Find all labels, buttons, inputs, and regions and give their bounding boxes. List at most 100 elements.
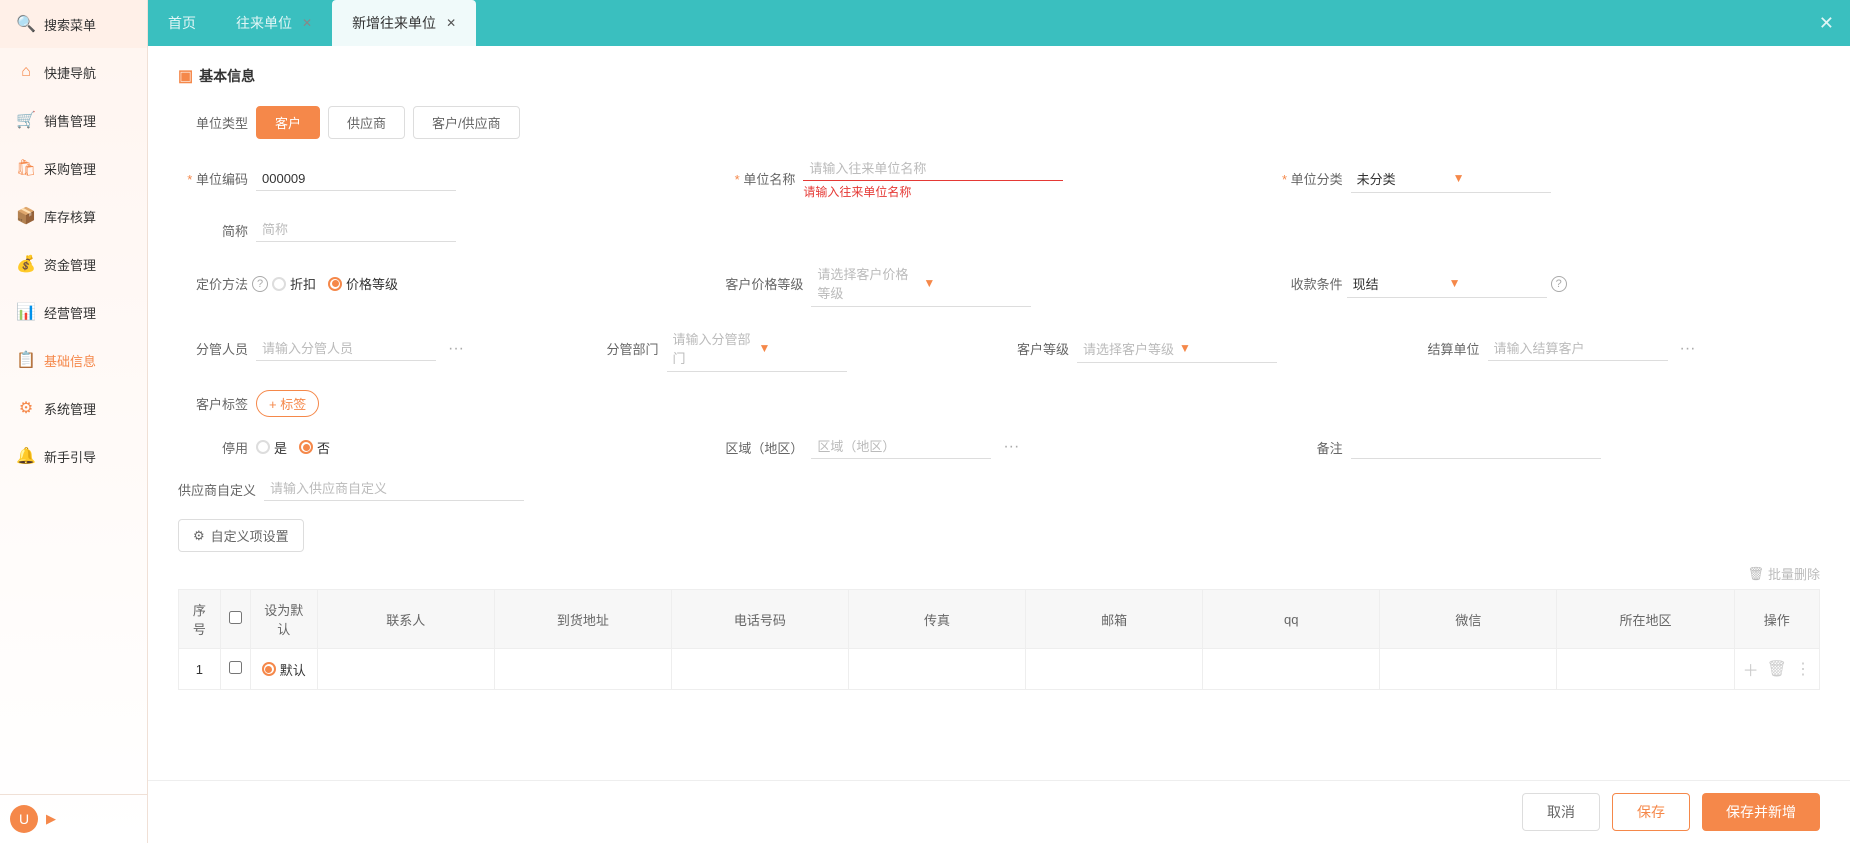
- customer-level-select[interactable]: 请选择客户等级 ▼: [1077, 335, 1277, 363]
- region-ellipsis[interactable]: ···: [999, 438, 1023, 456]
- unit-type-label: 单位类型: [178, 113, 248, 132]
- custom-settings-button[interactable]: ⚙ 自定义项设置: [178, 519, 304, 552]
- sidebar-item-finance[interactable]: 💰 资金管理: [0, 240, 147, 288]
- delete-row-button[interactable]: 🗑: [1767, 659, 1787, 679]
- drag-handle[interactable]: ⋮: [1795, 659, 1811, 679]
- payment-help-icon[interactable]: ?: [1551, 276, 1567, 292]
- cell-address[interactable]: [494, 649, 671, 690]
- cell-phone[interactable]: [671, 649, 848, 690]
- col-email: 邮箱: [1026, 590, 1203, 649]
- unit-code-field: * 单位编码: [178, 167, 725, 191]
- region-input[interactable]: [811, 435, 991, 459]
- unit-type-supplier[interactable]: 供应商: [328, 106, 405, 139]
- cell-contact[interactable]: [317, 649, 494, 690]
- cell-fax[interactable]: [848, 649, 1025, 690]
- custom-settings-row: ⚙ 自定义项设置: [178, 519, 1820, 552]
- cell-wechat[interactable]: [1380, 649, 1557, 690]
- save-button[interactable]: 保存: [1612, 793, 1690, 831]
- col-checkbox: [220, 590, 250, 649]
- chevron-down-icon5: ▼: [1179, 341, 1271, 355]
- radio-price-level[interactable]: 价格等级: [328, 274, 398, 293]
- unit-type-customer[interactable]: 客户: [256, 106, 320, 139]
- radio-stop-no[interactable]: 否: [299, 438, 330, 457]
- add-tag-button[interactable]: + 标签: [256, 390, 319, 417]
- add-row-button[interactable]: ＋: [1743, 657, 1759, 681]
- email-input[interactable]: [1034, 662, 1194, 677]
- settlement-field: 结算单位 ···: [1410, 337, 1821, 361]
- sidebar-item-sales[interactable]: 🛒 销售管理: [0, 96, 147, 144]
- remark-input[interactable]: [1351, 435, 1601, 459]
- region-table-input[interactable]: [1565, 662, 1725, 677]
- cell-email[interactable]: [1026, 649, 1203, 690]
- manager-input[interactable]: [256, 337, 436, 361]
- wechat-input[interactable]: [1388, 662, 1548, 677]
- row-actions: ＋ 🗑 ⋮: [1743, 657, 1811, 681]
- tab-new-partner[interactable]: 新增往来单位 ✕: [332, 0, 476, 46]
- sidebar-item-system[interactable]: ⚙ 系统管理: [0, 384, 147, 432]
- radio-stop-yes[interactable]: 是: [256, 438, 287, 457]
- contact-input[interactable]: [326, 662, 486, 677]
- unit-name-input[interactable]: [803, 157, 1063, 181]
- sidebar-item-purchase[interactable]: 🛍 采购管理: [0, 144, 147, 192]
- payment-terms-select[interactable]: 现结 ▼: [1347, 270, 1547, 298]
- manager-field: 分管人员 ···: [178, 337, 589, 361]
- customer-price-select[interactable]: 请选择客户价格等级 ▼: [811, 260, 1031, 307]
- col-fax: 传真: [848, 590, 1025, 649]
- unit-category-select[interactable]: 未分类 ▼: [1351, 165, 1551, 193]
- money-icon: 💰: [16, 254, 36, 274]
- dept-select[interactable]: 请输入分管部门 ▼: [667, 325, 847, 372]
- qq-input[interactable]: [1211, 662, 1371, 677]
- unit-type-field: 单位类型 客户 供应商 客户/供应商: [178, 106, 1820, 139]
- cell-region[interactable]: [1557, 649, 1734, 690]
- col-wechat: 微信: [1380, 590, 1557, 649]
- col-address: 到货地址: [494, 590, 671, 649]
- select-all-checkbox[interactable]: [229, 611, 242, 624]
- sidebar-extra-icon: ▶: [46, 811, 56, 827]
- trash-icon: 🗑: [1747, 566, 1764, 582]
- chevron-down-icon3: ▼: [1449, 276, 1541, 290]
- col-phone: 电话号码: [671, 590, 848, 649]
- tab-home[interactable]: 首页: [148, 0, 216, 46]
- cancel-button[interactable]: 取消: [1522, 793, 1600, 831]
- region-label: 区域（地区）: [725, 438, 803, 457]
- tab-partners[interactable]: 往来单位 ✕: [216, 0, 332, 46]
- customer-level-field: 客户等级 请选择客户等级 ▼: [999, 335, 1410, 363]
- search-icon: 🔍: [16, 14, 36, 34]
- sidebar-item-search[interactable]: 🔍 搜索菜单: [0, 0, 147, 48]
- manager-ellipsis[interactable]: ···: [444, 340, 468, 358]
- sidebar-item-operation[interactable]: 📊 经营管理: [0, 288, 147, 336]
- chevron-down-icon2: ▼: [923, 276, 1025, 290]
- settlement-input[interactable]: [1488, 337, 1668, 361]
- gear-small-icon: ⚙: [193, 528, 205, 544]
- row-checkbox[interactable]: [229, 661, 242, 674]
- short-name-input[interactable]: [256, 218, 456, 242]
- cell-qq[interactable]: [1203, 649, 1380, 690]
- pricing-help-icon[interactable]: ?: [252, 276, 268, 292]
- tab-new-partner-close[interactable]: ✕: [446, 16, 456, 30]
- fax-input[interactable]: [857, 662, 1017, 677]
- radio-discount[interactable]: 折扣: [272, 274, 316, 293]
- settlement-ellipsis[interactable]: ···: [1676, 340, 1700, 358]
- region-field: 区域（地区） ···: [725, 435, 1272, 459]
- main-area: 首页 往来单位 ✕ 新增往来单位 ✕ ✕ ▣ 基本信息 单位类型 客户 供应商: [148, 0, 1850, 843]
- chevron-down-icon: ▼: [1453, 171, 1545, 185]
- default-radio[interactable]: 默认: [259, 660, 309, 679]
- footer: 取消 保存 保存并新增: [148, 780, 1850, 843]
- sidebar-item-inventory[interactable]: 📦 库存核算: [0, 192, 147, 240]
- sidebar-item-shortcut[interactable]: ⌂ 快捷导航: [0, 48, 147, 96]
- sidebar-item-basic[interactable]: 📋 基础信息: [0, 336, 147, 384]
- unit-type-both[interactable]: 客户/供应商: [413, 106, 520, 139]
- address-input[interactable]: [503, 662, 663, 677]
- batch-delete-button[interactable]: 🗑 批量删除: [1747, 564, 1820, 583]
- supplier-custom-field: 供应商自定义: [178, 477, 1820, 501]
- user-avatar: U: [10, 805, 38, 833]
- supplier-custom-input[interactable]: [264, 477, 524, 501]
- table-row: 1 默认: [179, 649, 1820, 690]
- close-all-tabs[interactable]: ✕: [1803, 13, 1850, 34]
- phone-input[interactable]: [680, 662, 840, 677]
- chart-icon: 📊: [16, 302, 36, 322]
- save-new-button[interactable]: 保存并新增: [1702, 793, 1820, 831]
- unit-code-input[interactable]: [256, 167, 456, 191]
- sidebar-item-guide[interactable]: 🔔 新手引导: [0, 432, 147, 480]
- tab-partners-close[interactable]: ✕: [302, 16, 312, 30]
